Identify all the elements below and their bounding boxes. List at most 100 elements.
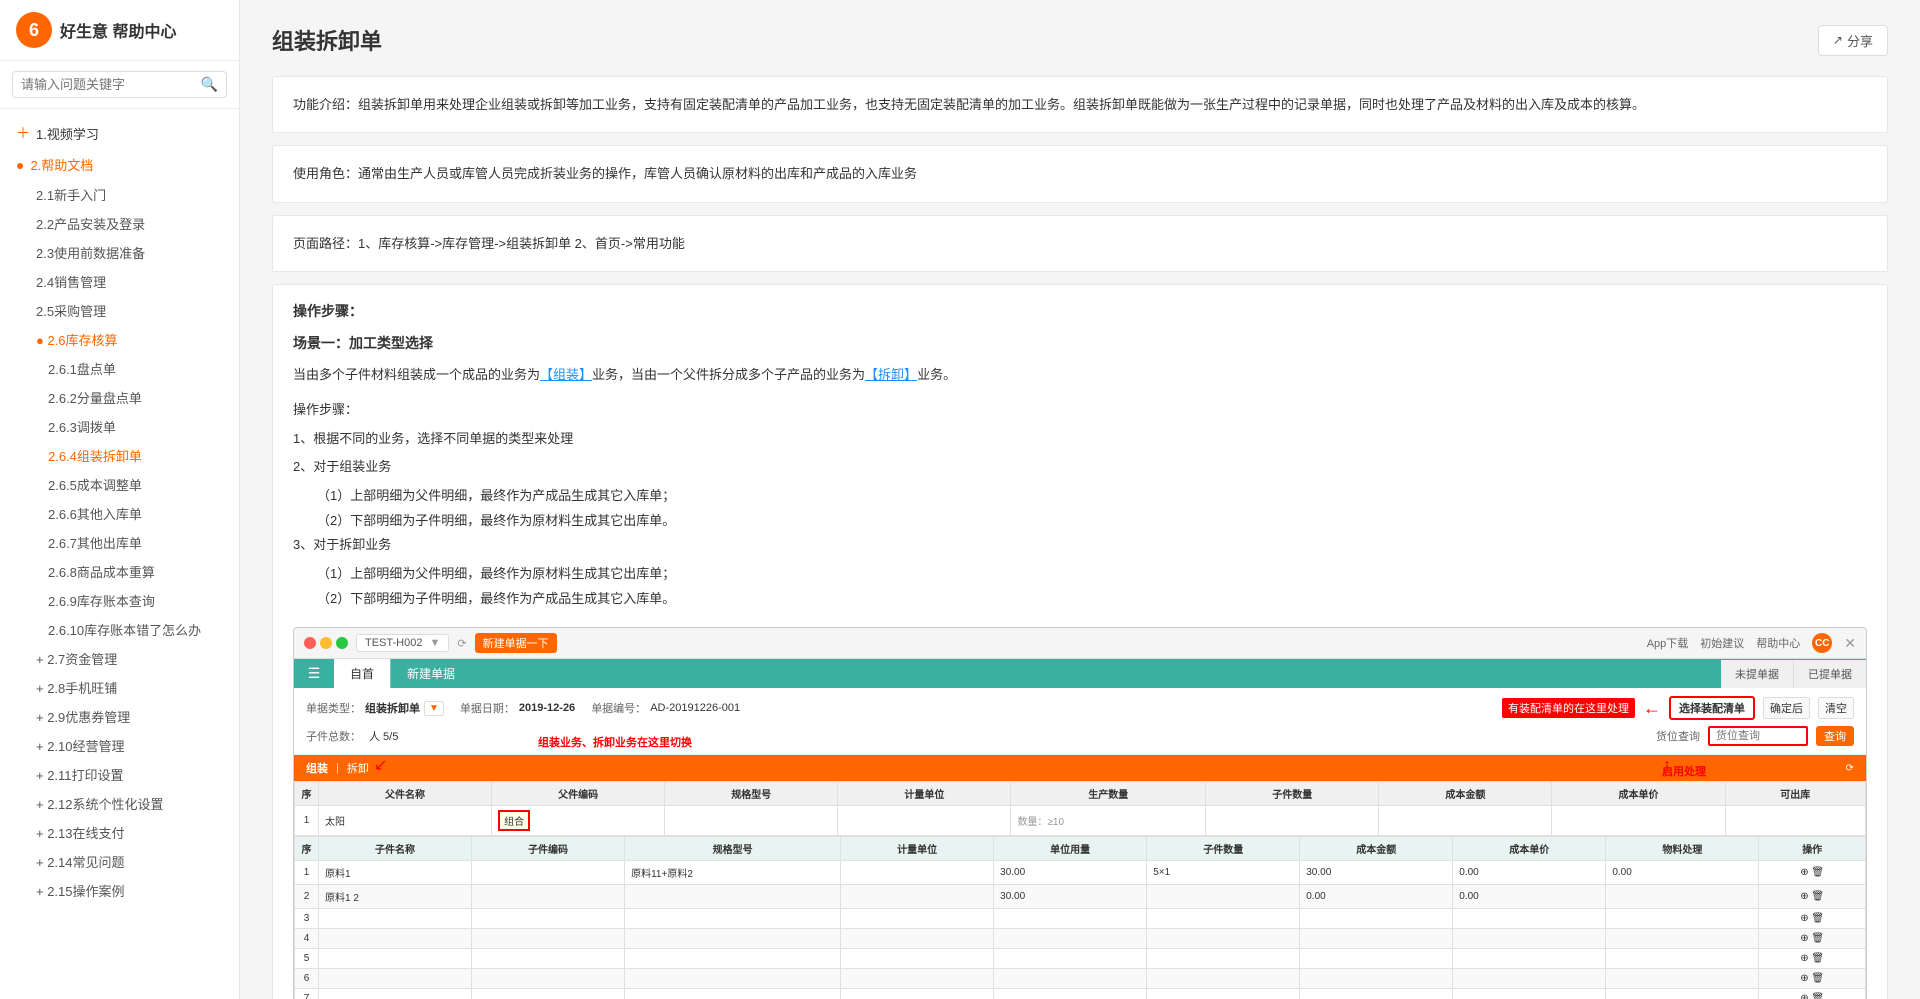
sidebar-item-docs-label: 2.帮助文档 <box>30 155 93 174</box>
step1-text: 1、根据不同的业务，选择不同单据的类型来处理 <box>293 427 1867 452</box>
role-section: 使用角色：通常由生产人员或库管人员完成折装业务的操作，库管人员确认原材料的出库和… <box>272 145 1888 202</box>
sc-col-cost-price: 成本单价 <box>1552 782 1725 806</box>
sidebar-item-23[interactable]: 2.3使用前数据准备 <box>0 238 239 267</box>
search-icon[interactable]: 🔍 <box>201 76 218 93</box>
sc-submitted-btn[interactable]: 已提单据 <box>1793 660 1866 688</box>
sidebar-item-21[interactable]: 2.1新手入门 <box>0 180 239 209</box>
sc-select-bom-btn[interactable]: 选择装配清单 <box>1669 696 1755 720</box>
help-link[interactable]: 帮助中心 <box>1756 635 1800 651</box>
sc-select-btn2[interactable]: 确定后 <box>1763 697 1810 719</box>
operation-steps-section: 操作步骤： 场景一：加工类型选择 当由多个子件材料组装成一个成品的业务为【组装】… <box>272 284 1888 999</box>
sidebar-item-213[interactable]: + 2.13在线支付 <box>0 818 239 847</box>
sc-search-btn[interactable]: 查询 <box>1816 726 1854 746</box>
sidebar-item-27[interactable]: + 2.7资金管理 <box>0 644 239 673</box>
sidebar-item-211[interactable]: + 2.11打印设置 <box>0 760 239 789</box>
sc-sub-row-1: 1 原料1 原料11+原料2 30.00 5×1 30.00 0.00 0.00… <box>295 861 1866 885</box>
sidebar-item-265[interactable]: 2.6.5成本调整单 <box>0 470 239 499</box>
brand-id-text: TEST-H002 <box>365 637 422 649</box>
sc-loca-label: 货位查询 <box>1656 728 1700 744</box>
step3-text: 3、对于拆卸业务 <box>293 533 1867 558</box>
sidebar-item-212[interactable]: + 2.12系统个性化设置 <box>0 789 239 818</box>
sidebar-item-video-label: 1.视频学习 <box>36 124 99 143</box>
sidebar-item-214[interactable]: + 2.14常见问题 <box>0 847 239 876</box>
sidebar-item-26[interactable]: ● 2.6库存核算 <box>0 325 239 354</box>
step2-1-text: （1）上部明细为父件明细，最终作为产成品生成其它入库单； <box>293 484 1867 509</box>
sidebar-item-29[interactable]: + 2.9优惠券管理 <box>0 702 239 731</box>
sc-row7-copy[interactable]: ⊕ <box>1800 993 1808 999</box>
sc-row5-copy[interactable]: ⊕ <box>1800 953 1808 964</box>
intro-text: 功能介绍：组装拆卸单用来处理企业组装或拆卸等加工业务，支持有固定装配清单的产品加… <box>293 93 1867 116</box>
sc-sub-row-6: 6 ⊕ 🗑 <box>295 969 1866 989</box>
sidebar-item-261[interactable]: 2.6.1盘点单 <box>0 354 239 383</box>
sc-assembly-code-input[interactable]: 组合 <box>498 810 530 831</box>
sidebar-item-28[interactable]: + 2.8手机旺铺 <box>0 673 239 702</box>
refresh-icon: ⟳ <box>457 637 466 650</box>
sidebar-item-269[interactable]: 2.6.9库存账本查询 <box>0 586 239 615</box>
logo-icon: 6 <box>16 12 52 48</box>
share-icon: ↗ <box>1833 33 1843 47</box>
sc-type-select[interactable]: ▼ <box>424 701 444 716</box>
sc-col-parent-code: 父件编码 <box>492 782 665 806</box>
sc-row5-del[interactable]: 🗑 <box>1811 953 1824 964</box>
brand-id: TEST-H002 ▼ <box>356 634 449 652</box>
settings-link[interactable]: 初始建议 <box>1700 635 1744 651</box>
sidebar-item-docs[interactable]: ● 2.帮助文档 <box>0 149 239 180</box>
sc-sync-icon: ⟳ <box>1846 763 1854 774</box>
annotation3-arrow: ↑ <box>1663 757 1671 775</box>
annotation2-text: 组装业务、拆卸业务在这里切换 <box>534 733 696 751</box>
sidebar-item-263[interactable]: 2.6.3调拨单 <box>0 412 239 441</box>
sidebar-item-268[interactable]: 2.6.8商品成本重算 <box>0 557 239 586</box>
sc-row3-del[interactable]: 🗑 <box>1811 913 1824 924</box>
step2-2-text: （2）下部明细为子件明细，最终作为原材料生成其它出库单。 <box>293 509 1867 534</box>
sidebar-item-2610[interactable]: 2.6.10库存账本错了怎么办 <box>0 615 239 644</box>
sc-tab-new-bill[interactable]: 新建单据 <box>390 659 471 688</box>
minus-icon: ● <box>16 157 24 173</box>
sidebar-item-262[interactable]: 2.6.2分量盘点单 <box>0 383 239 412</box>
sidebar-item-video[interactable]: ＋ 1.视频学习 <box>0 117 239 149</box>
sc-row1-copy[interactable]: ⊕ <box>1800 867 1808 878</box>
sidebar-item-264[interactable]: 2.6.4组装拆卸单 <box>0 441 239 470</box>
sidebar-item-266[interactable]: 2.6.6其他入库单 <box>0 499 239 528</box>
sc-sidebar-toggle[interactable]: ☰ <box>294 659 334 688</box>
share-button[interactable]: ↗ 分享 <box>1818 25 1888 56</box>
window-min-btn[interactable] <box>320 637 332 649</box>
scene1-desc: 当由多个子件材料组装成一个成品的业务为【组装】业务，当由一个父件拆分成多个子产品… <box>293 363 1867 388</box>
sc-row6-copy[interactable]: ⊕ <box>1800 973 1808 984</box>
sc-row2-del[interactable]: 🗑 <box>1811 891 1824 902</box>
sc-sub-col-seq: 序 <box>295 837 319 861</box>
sidebar-item-22[interactable]: 2.2产品安装及登录 <box>0 209 239 238</box>
search-input[interactable] <box>21 77 201 92</box>
window-close-btn[interactable] <box>304 637 316 649</box>
sc-close-icon[interactable]: ✕ <box>1844 635 1856 652</box>
sc-clear-btn[interactable]: 清空 <box>1818 697 1854 719</box>
sidebar-item-25[interactable]: 2.5采购管理 <box>0 296 239 325</box>
sc-col-cost-amt: 成本金额 <box>1379 782 1552 806</box>
nav-section-video: ＋ 1.视频学习 <box>0 117 239 149</box>
sc-row3-copy[interactable]: ⊕ <box>1800 913 1808 924</box>
window-max-btn[interactable] <box>336 637 348 649</box>
sc-col-parent-name: 父件名称 <box>319 782 492 806</box>
sc-sub-col-code: 子件编码 <box>472 837 625 861</box>
sc-row4-del[interactable]: 🗑 <box>1811 933 1824 944</box>
sidebar-item-24[interactable]: 2.4销售管理 <box>0 267 239 296</box>
sc-sub-row-5: 5 ⊕ 🗑 <box>295 949 1866 969</box>
new-bill-button[interactable]: 新建单据一下 <box>475 633 557 653</box>
sidebar-item-215[interactable]: + 2.15操作案例 <box>0 876 239 905</box>
dropdown-icon: ▼ <box>430 637 441 649</box>
sidebar-item-210[interactable]: + 2.10经营管理 <box>0 731 239 760</box>
operations-title: 操作步骤： <box>293 301 1867 321</box>
sc-row2-copy[interactable]: ⊕ <box>1800 891 1808 902</box>
sc-row6-del[interactable]: 🗑 <box>1811 973 1824 984</box>
sc-row1-del[interactable]: 🗑 <box>1811 867 1824 878</box>
sc-tab-home[interactable]: 自首 <box>334 659 390 688</box>
sc-type-disassembly[interactable]: 拆卸 <box>347 760 369 776</box>
app-download-link[interactable]: App下载 <box>1647 635 1689 651</box>
sidebar-item-267[interactable]: 2.6.7其他出库单 <box>0 528 239 557</box>
sc-pending-btn[interactable]: 未提单据 <box>1721 660 1793 688</box>
step2-text: 2、对于组装业务 <box>293 455 1867 480</box>
sc-row4-copy[interactable]: ⊕ <box>1800 933 1808 944</box>
sc-loca-input[interactable] <box>1708 726 1808 746</box>
sc-sub-col-qty: 子件数量 <box>1147 837 1300 861</box>
sc-row7-del[interactable]: 🗑 <box>1811 993 1824 999</box>
sc-type-assembly[interactable]: 组装 <box>306 760 328 776</box>
